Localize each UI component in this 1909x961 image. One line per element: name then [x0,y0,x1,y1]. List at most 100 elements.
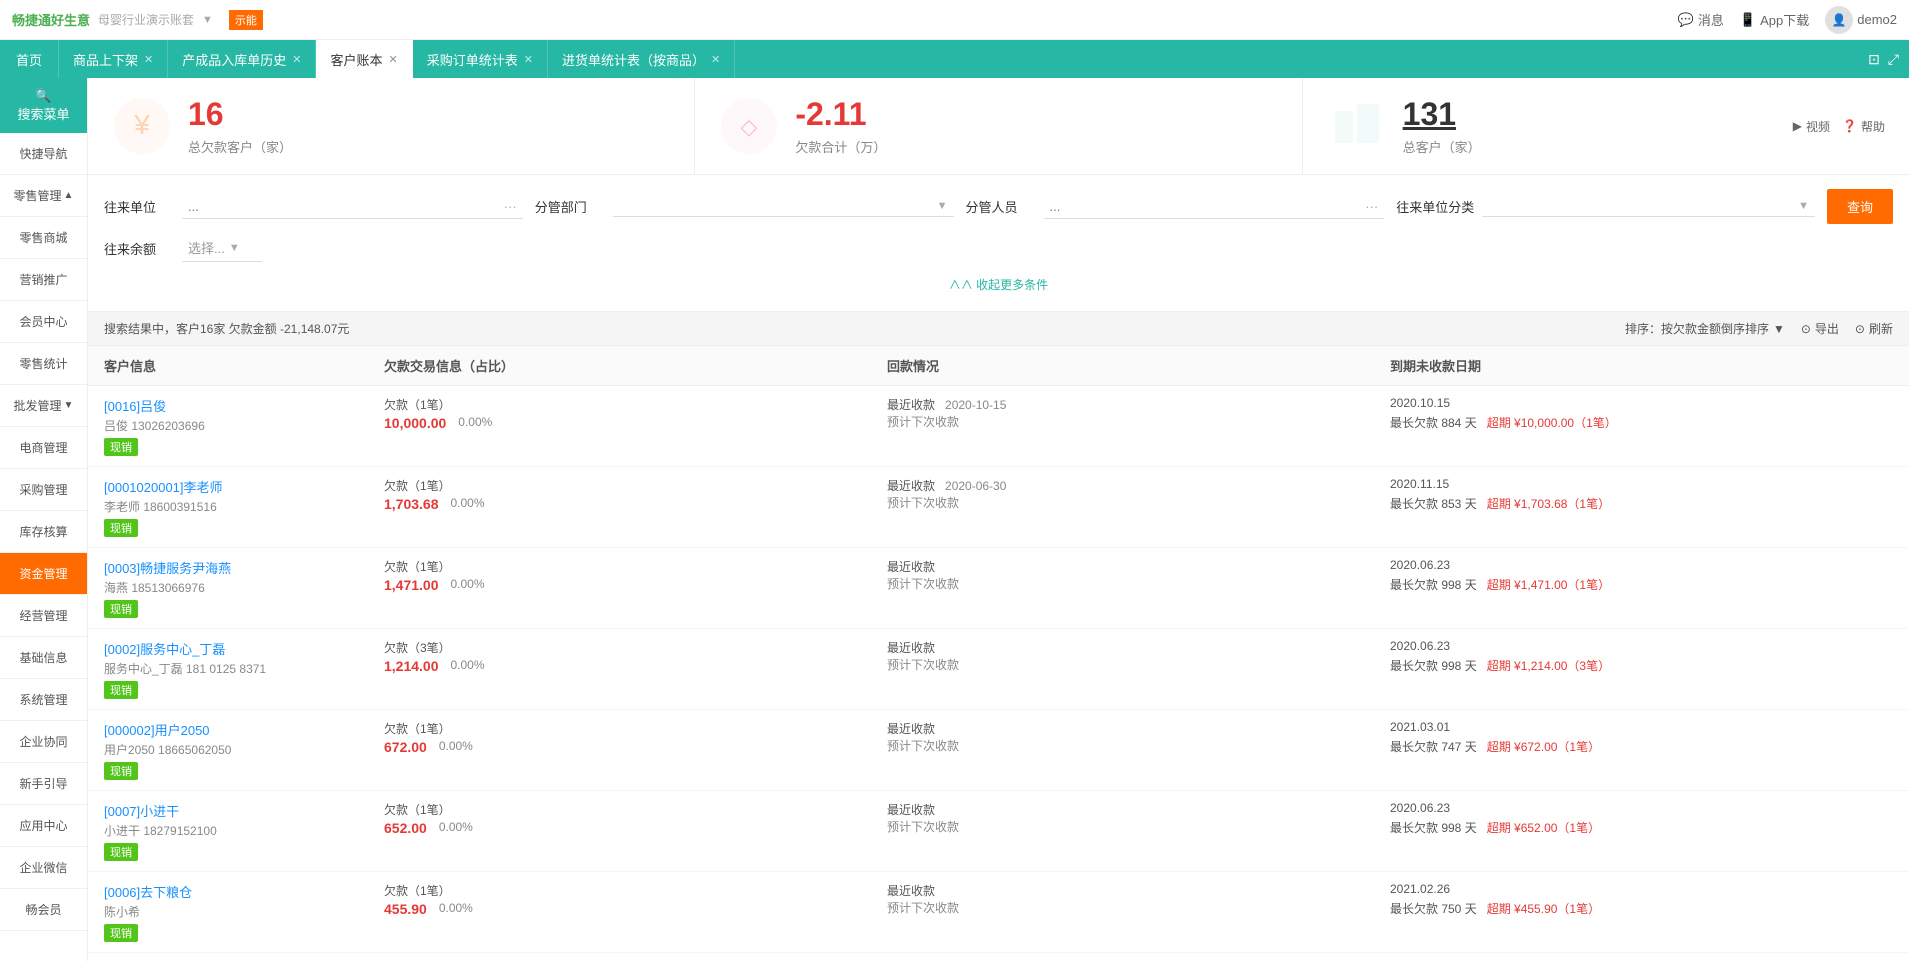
export-btn[interactable]: ⊙ 导出 [1801,320,1839,337]
table-row: [0006]去下粮仓 陈小希 现销 欠款（1笔） 455.90 0.00% 最近… [88,872,1909,953]
restore-btn[interactable]: ⊡ [1868,51,1880,68]
tab-home[interactable]: 首页 [0,40,59,78]
tab-incoming-stats[interactable]: 进货单统计表（按商品） ✕ [548,40,735,78]
from-unit-text[interactable] [188,199,504,214]
tab-close-incoming-stats[interactable]: ✕ [711,53,720,66]
tab-produce-history[interactable]: 产成品入库单历史 ✕ [168,40,316,78]
tab-purchase-order[interactable]: 采购订单统计表 ✕ [413,40,548,78]
sidebar-item-ops[interactable]: 经营管理 [0,595,87,637]
customer-sub: 陈小希 [104,903,384,920]
refresh-btn[interactable]: ⊙ 刷新 [1855,320,1893,337]
debt-row: 欠款（1笔） [384,801,887,818]
sidebar-item-ecommerce[interactable]: 电商管理 [0,427,87,469]
person-input[interactable]: ··· [1044,195,1385,219]
sidebar-item-sys[interactable]: 系统管理 [0,679,87,721]
overdue-date: 2021.02.26 [1390,882,1893,896]
overdue-link[interactable]: 超期 ¥1,703.68（1笔） [1487,497,1610,511]
customer-tag: 现销 [104,681,138,699]
chevron-icon-batch: ▼ [64,400,74,411]
customer-sub: 吕俊 13026203696 [104,417,384,434]
dept-select[interactable]: ▼ [613,196,954,217]
customer-name-link[interactable]: [0003]畅捷服务尹海燕 [104,558,384,577]
overdue-link[interactable]: 超期 ¥1,471.00（1笔） [1487,578,1610,592]
customer-name-link[interactable]: [0007]小进干 [104,801,384,820]
payback-label: 最近收款 2020-06-30 [887,477,1390,494]
col-header-debt: 欠款交易信息（占比） [384,356,887,375]
person-text[interactable] [1050,199,1366,214]
debt-cell: 欠款（3笔） 1,214.00 0.00% [384,639,887,674]
video-btn[interactable]: ▶ 视频 [1793,118,1830,135]
sidebar-search[interactable]: 🔍 搜索菜单 [0,78,87,133]
sidebar-item-member[interactable]: 会员中心 [0,301,87,343]
stat-number-debt: -2.11 [795,96,886,133]
tab-close-customer-account[interactable]: ✕ [389,53,398,66]
dropdown-icon[interactable]: ▼ [202,14,213,26]
sidebar-item-basic-info[interactable]: 基础信息 [0,637,87,679]
app-icon: 📱 [1740,12,1756,28]
sidebar-item-enterprise[interactable]: 企业协同 [0,721,87,763]
customer-name-link[interactable]: [000002]用户2050 [104,720,384,739]
stat-info-total: 131 总客户（家） [1403,96,1481,156]
help-btn[interactable]: ❓ 帮助 [1842,118,1885,135]
main-layout: 🔍 搜索菜单 快捷导航 零售管理 ▲ 零售商城 营销推广 会员中心 零售统计 批… [0,78,1909,961]
logo: 畅捷通好生意 [12,10,90,29]
overdue-date: 2021.03.01 [1390,720,1893,734]
sidebar-item-purchase[interactable]: 采购管理 [0,469,87,511]
payback-label: 最近收款 [887,801,1390,818]
stat-number-customers: 16 [188,96,292,133]
sidebar-item-retail-mgmt[interactable]: 零售管理 ▲ [0,175,87,217]
sidebar-item-retail-stats[interactable]: 零售统计 [0,343,87,385]
collapse-btn[interactable]: ∧∧ 收起更多条件 [104,272,1893,297]
message-btn[interactable]: 💬 消息 [1678,10,1724,29]
search-button[interactable]: 查询 [1827,189,1893,224]
debt-label: 欠款（1笔） [384,477,451,494]
from-unit-input[interactable]: ··· [182,195,523,219]
debt-pct: 0.00% [451,496,485,510]
sidebar-item-marketing[interactable]: 营销推广 [0,259,87,301]
maximize-btn[interactable]: ⤢ [1888,51,1899,68]
payback-next: 预计下次收款 [887,413,1390,430]
sidebar-item-inventory[interactable]: 库存核算 [0,511,87,553]
tab-close-product-off[interactable]: ✕ [144,53,153,66]
customer-name-link[interactable]: [0016]吕俊 [104,396,384,415]
sidebar-item-vip[interactable]: 畅会员 [0,889,87,931]
unit-classify-label: 往来单位分类 [1396,197,1474,216]
unit-classify-select[interactable]: ▼ [1482,196,1815,217]
customer-name-link[interactable]: [0001020001]李老师 [104,477,384,496]
sidebar-item-enterprise-wx[interactable]: 企业微信 [0,847,87,889]
svg-text:¥: ¥ [133,109,150,140]
sidebar-item-capital[interactable]: 资金管理 [0,553,87,595]
customer-name-link[interactable]: [0002]服务中心_丁磊 [104,639,384,658]
sidebar-item-quick-nav[interactable]: 快捷导航 [0,133,87,175]
sidebar: 🔍 搜索菜单 快捷导航 零售管理 ▲ 零售商城 营销推广 会员中心 零售统计 批… [0,78,88,961]
user-avatar[interactable]: 👤 demo2 [1825,6,1897,34]
stat-label-total: 总客户（家） [1403,137,1481,156]
tab-customer-account[interactable]: 客户账本 ✕ [316,40,412,78]
balance-select[interactable]: 选择... ▼ [182,234,262,262]
overdue-date: 2020.06.23 [1390,639,1893,653]
sidebar-item-app-center[interactable]: 应用中心 [0,805,87,847]
overdue-link[interactable]: 超期 ¥672.00（1笔） [1487,740,1600,754]
payback-cell: 最近收款 预计下次收款 [887,558,1390,592]
tab-product-off[interactable]: 商品上下架 ✕ [59,40,168,78]
overdue-link[interactable]: 超期 ¥652.00（1笔） [1487,821,1600,835]
debt-row: 欠款（3笔） [384,639,887,656]
tab-close-purchase-order[interactable]: ✕ [524,53,533,66]
overdue-cell: 2020.06.23 最长欠款 998 天 超期 ¥1,214.00（3笔） [1390,639,1893,674]
sidebar-item-batch-mgmt[interactable]: 批发管理 ▼ [0,385,87,427]
overdue-link[interactable]: 超期 ¥10,000.00（1笔） [1487,416,1617,430]
sidebar-item-retail-mall[interactable]: 零售商城 [0,217,87,259]
customer-sub: 海燕 18513066976 [104,579,384,596]
tab-close-produce-history[interactable]: ✕ [292,53,301,66]
sort-control[interactable]: 排序：按欠款金额倒序排序 ▼ [1625,320,1785,337]
app-download-btn[interactable]: 📱 App下载 [1740,10,1809,29]
overdue-link[interactable]: 超期 ¥455.90（1笔） [1487,902,1600,916]
debt-amount: 1,703.68 [384,496,439,512]
ellipsis-icon: ··· [504,199,517,214]
overdue-cell: 2020.06.23 最长欠款 998 天 超期 ¥652.00（1笔） [1390,801,1893,836]
overdue-days: 最长欠款 853 天 超期 ¥1,703.68（1笔） [1390,495,1893,512]
customer-name-link[interactable]: [0006]去下粮仓 [104,882,384,901]
sidebar-item-beginner[interactable]: 新手引导 [0,763,87,805]
debt-label: 欠款（1笔） [384,882,451,899]
overdue-link[interactable]: 超期 ¥1,214.00（3笔） [1487,659,1610,673]
